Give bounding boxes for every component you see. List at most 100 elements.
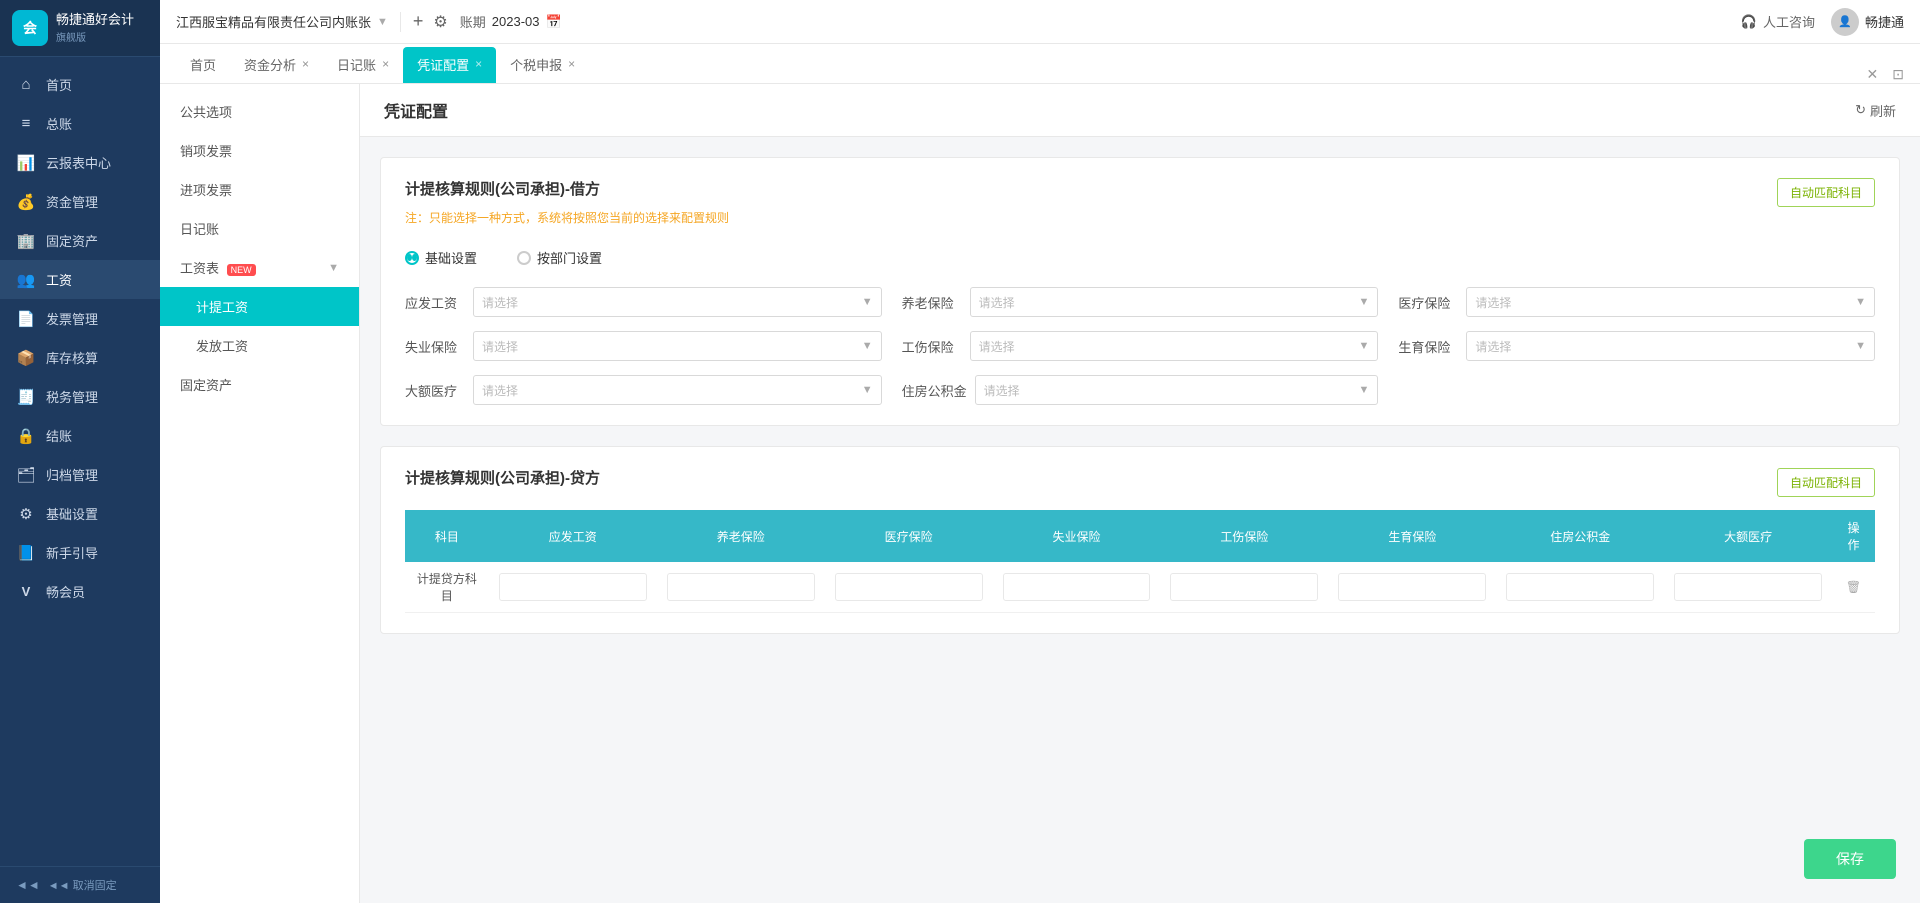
tab-close-journal[interactable]: × [382, 57, 389, 71]
credit-shiye-input[interactable] [1003, 573, 1151, 601]
credit-table: 科目 应发工资 养老保险 医疗保险 失业保险 工伤保险 生育保险 住房公积金 大… [405, 510, 1875, 613]
debit-form-grid: 应发工资 请选择 ▼ 养老保险 请选择 ▼ [405, 287, 1875, 405]
ledger-icon: ≡ [16, 115, 36, 132]
sidebar-item-vip[interactable]: V 畅会员 [0, 572, 160, 611]
credit-auto-match-button[interactable]: 自动匹配科目 [1777, 468, 1875, 497]
subnav-sales[interactable]: 销项发票 [160, 131, 359, 170]
main-content: 凭证配置 ↻ 刷新 计提核算规则(公司承担)-借方 注：只能选择一种方式，系统将… [360, 84, 1920, 903]
dayiliao-select[interactable]: 请选择 ▼ [473, 375, 882, 405]
zhufang-placeholder: 请选择 [984, 382, 1020, 399]
sidebar-item-fixed[interactable]: 🏢 固定资产 [0, 221, 160, 260]
credit-dayiliao-input[interactable] [1674, 573, 1822, 601]
td-zhufang [1496, 562, 1664, 613]
content-area: 公共选项 销项发票 进项发票 日记账 工资表 NEW ▼ 计提工资 [160, 84, 1920, 903]
credit-yiliao-input[interactable] [835, 573, 983, 601]
gongshang-label: 工伤保险 [902, 337, 962, 356]
td-dayiliao [1664, 562, 1832, 613]
sidebar-item-ledger[interactable]: ≡ 总账 [0, 104, 160, 143]
tab-fund[interactable]: 资金分析 × [230, 47, 323, 83]
yiliao-select[interactable]: 请选择 ▼ [1466, 287, 1875, 317]
subnav-salary-table[interactable]: 工资表 NEW ▼ [160, 248, 359, 287]
sidebar: 会 畅捷通好会计 旗舰版 ⌂ 首页 ≡ 总账 📊 云报表中心 💰 资金管理 🏢 … [0, 0, 160, 903]
sidebar-item-archive[interactable]: 🗂 归档管理 [0, 455, 160, 494]
zhufang-select[interactable]: 请选择 ▼ [975, 375, 1379, 405]
td-yingfa [489, 562, 657, 613]
refresh-button[interactable]: ↻ 刷新 [1855, 101, 1896, 120]
sidebar-item-salary[interactable]: 👥 工资 [0, 260, 160, 299]
td-action: 🗑 [1832, 562, 1875, 613]
vip-icon: V [16, 584, 36, 599]
close-window-icon[interactable]: ✕ [1867, 66, 1879, 83]
delete-row-button[interactable]: 🗑 [1846, 580, 1861, 594]
maximize-icon[interactable]: ⊡ [1892, 66, 1904, 83]
shengyu-arrow: ▼ [1855, 340, 1866, 352]
tab-voucher[interactable]: 凭证配置 × [403, 47, 496, 83]
sidebar-item-home[interactable]: ⌂ 首页 [0, 65, 160, 104]
credit-shengyu-input[interactable] [1338, 573, 1486, 601]
radio-basic[interactable]: 基础设置 [405, 248, 477, 267]
home-icon: ⌂ [16, 76, 36, 93]
period-display: 账期 2023-03 📅 [460, 12, 562, 31]
settings-icon: ⚙ [16, 505, 36, 523]
td-shiye [993, 562, 1161, 613]
radio-department[interactable]: 按部门设置 [517, 248, 602, 267]
subnav-salary-pay[interactable]: 发放工资 [160, 326, 359, 365]
subnav-salary-provision[interactable]: 计提工资 [160, 287, 359, 326]
subnav-journal[interactable]: 日记账 [160, 209, 359, 248]
shiye-arrow: ▼ [862, 340, 873, 352]
calendar-icon[interactable]: 📅 [546, 14, 562, 30]
sidebar-item-reports[interactable]: 📊 云报表中心 [0, 143, 160, 182]
sidebar-item-guide[interactable]: 📘 新手引导 [0, 533, 160, 572]
credit-yingfa-input[interactable] [499, 573, 647, 601]
form-row-shengyu: 生育保险 请选择 ▼ [1398, 331, 1875, 361]
user-menu[interactable]: 👤 畅捷通 [1831, 8, 1904, 36]
debit-section-title: 计提核算规则(公司承担)-借方 [405, 178, 729, 199]
sidebar-item-close[interactable]: 🔒 结账 [0, 416, 160, 455]
support-button[interactable]: 🎧 人工咨询 [1741, 12, 1815, 31]
avatar: 👤 [1831, 8, 1859, 36]
debit-auto-match-button[interactable]: 自动匹配科目 [1777, 178, 1875, 207]
yanglao-select[interactable]: 请选择 ▼ [970, 287, 1379, 317]
dayiliao-placeholder: 请选择 [482, 382, 518, 399]
th-yanglao: 养老保险 [657, 510, 825, 562]
tab-journal[interactable]: 日记账 × [323, 47, 403, 83]
archive-icon: 🗂 [16, 466, 36, 484]
tab-close-voucher[interactable]: × [475, 57, 482, 71]
sidebar-item-invoice[interactable]: 📄 发票管理 [0, 299, 160, 338]
credit-gongshang-input[interactable] [1170, 573, 1318, 601]
yingfa-select[interactable]: 请选择 ▼ [473, 287, 882, 317]
cancel-fixed-button[interactable]: ◄◄ ◄◄ 取消固定 [0, 866, 160, 903]
th-shengyu: 生育保险 [1328, 510, 1496, 562]
add-company-button[interactable]: + [413, 11, 424, 32]
subnav-fixed-assets[interactable]: 固定资产 [160, 365, 359, 404]
sidebar-item-settings[interactable]: ⚙ 基础设置 [0, 494, 160, 533]
td-yiliao [825, 562, 993, 613]
th-dayiliao: 大额医疗 [1664, 510, 1832, 562]
company-selector[interactable]: 江西服宝精品有限责任公司内账张 ▼ [176, 12, 388, 31]
subnav-purchase[interactable]: 进项发票 [160, 170, 359, 209]
tab-close-fund[interactable]: × [302, 57, 309, 71]
gongshang-select[interactable]: 请选择 ▼ [970, 331, 1379, 361]
sidebar-item-inventory[interactable]: 📦 库存核算 [0, 338, 160, 377]
subnav-salary-table-label: 工资表 NEW [180, 258, 256, 277]
save-button[interactable]: 保存 [1804, 839, 1896, 879]
form-row-shiye: 失业保险 请选择 ▼ [405, 331, 882, 361]
credit-zhufang-input[interactable] [1506, 573, 1654, 601]
shengyu-select[interactable]: 请选择 ▼ [1466, 331, 1875, 361]
tab-close-tax[interactable]: × [568, 57, 575, 71]
credit-yanglao-input[interactable] [667, 573, 815, 601]
sidebar-item-fund[interactable]: 💰 资金管理 [0, 182, 160, 221]
tab-home[interactable]: 首页 [176, 47, 230, 83]
shiye-select[interactable]: 请选择 ▼ [473, 331, 882, 361]
table-row: 计提贷方科目 🗑 [405, 562, 1875, 613]
fund-icon: 💰 [16, 193, 36, 211]
th-yingfa: 应发工资 [489, 510, 657, 562]
subnav-public[interactable]: 公共选项 [160, 92, 359, 131]
tab-tax[interactable]: 个税申报 × [496, 47, 589, 83]
settings-button[interactable]: ⚙ [433, 12, 447, 32]
td-shengyu [1328, 562, 1496, 613]
shengyu-label: 生育保险 [1398, 337, 1458, 356]
topbar-right: 🎧 人工咨询 👤 畅捷通 [1741, 8, 1904, 36]
sidebar-item-tax[interactable]: 🧾 税务管理 [0, 377, 160, 416]
sidebar-nav: ⌂ 首页 ≡ 总账 📊 云报表中心 💰 资金管理 🏢 固定资产 👥 工资 📄 发… [0, 57, 160, 866]
